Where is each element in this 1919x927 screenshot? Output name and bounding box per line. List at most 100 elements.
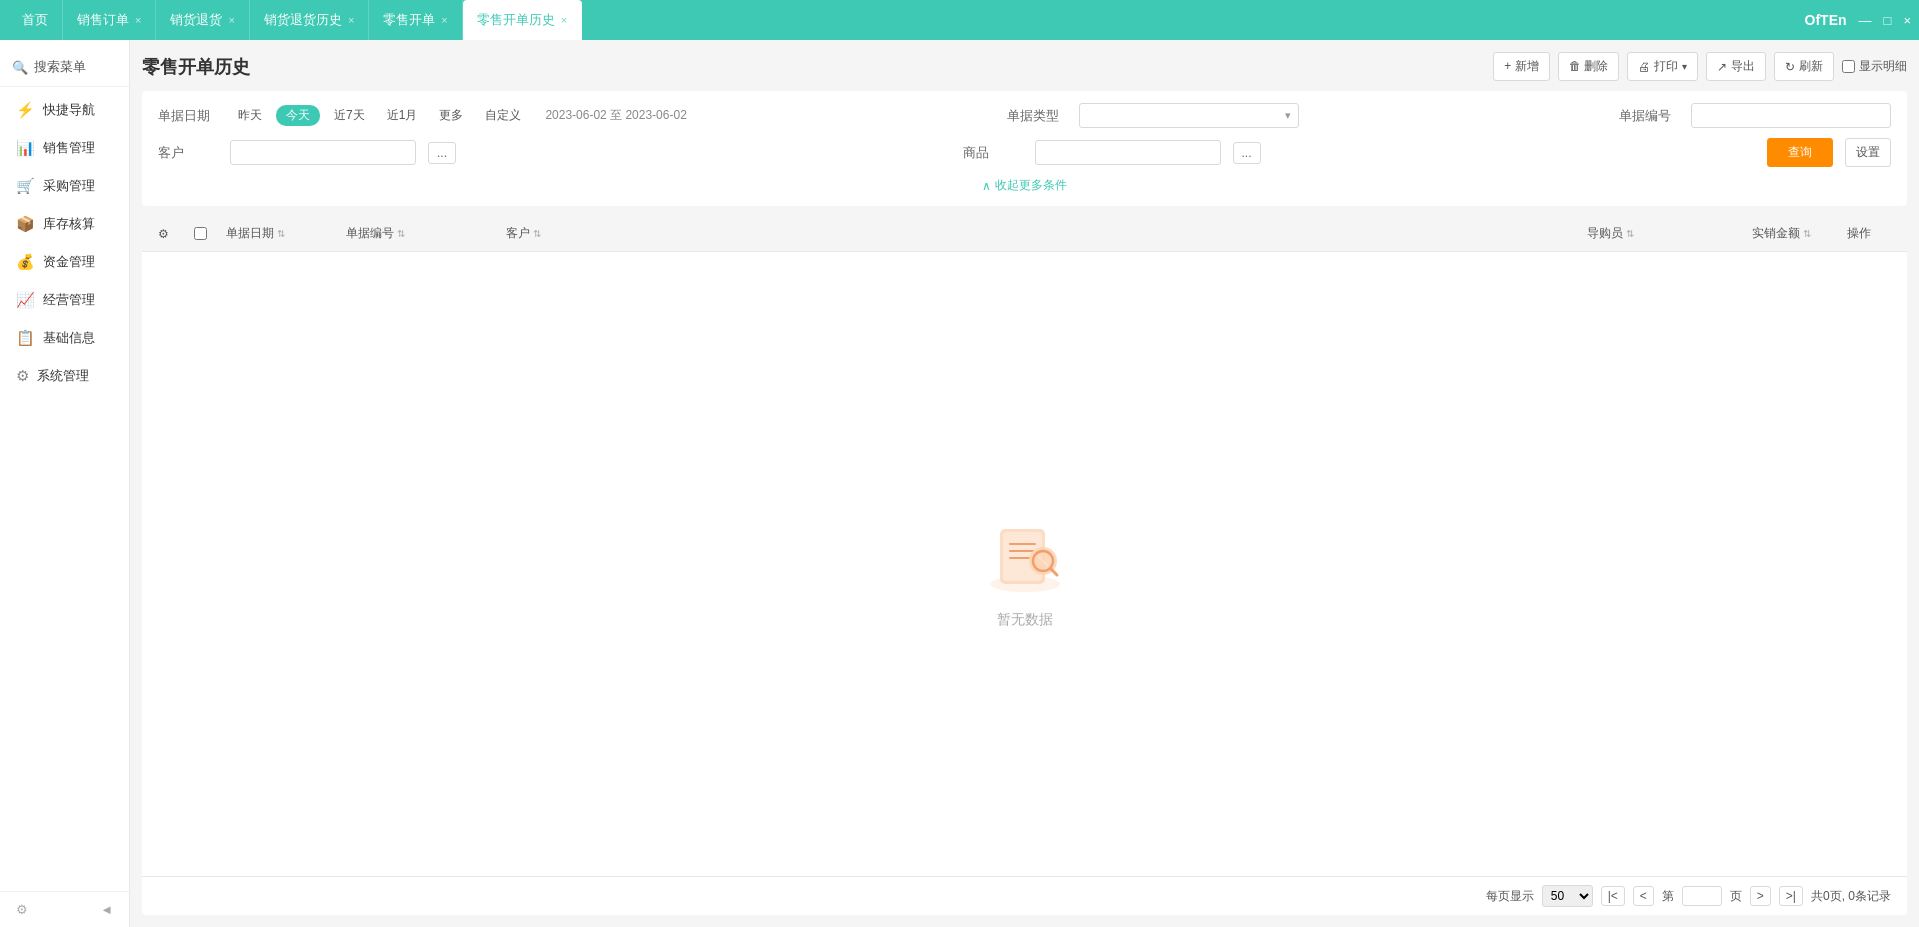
close-icon[interactable]: × (441, 14, 447, 26)
settings-column-icon: ⚙ (158, 227, 169, 241)
tab-return-goods[interactable]: 销货退货 × (156, 0, 249, 40)
date-shortcuts: 昨天 今天 近7天 近1月 更多 自定义 (230, 105, 529, 126)
sidebar-item-inventory[interactable]: 📦 库存核算 (0, 205, 129, 243)
th-settings[interactable]: ⚙ (150, 219, 186, 249)
close-icon[interactable]: × (561, 14, 567, 26)
sidebar-item-quick-nav[interactable]: ⚡ 快捷导航 (0, 91, 129, 129)
main-layout: 🔍 搜索菜单 ⚡ 快捷导航 📊 销售管理 🛒 采购管理 📦 库存核算 💰 资金管… (0, 40, 1919, 927)
chevron-up-icon: ∧ (982, 179, 991, 193)
product-input[interactable] (1035, 140, 1221, 165)
sidebar-item-label: 基础信息 (43, 329, 95, 347)
tab-sales-order[interactable]: 销售订单 × (63, 0, 156, 40)
search-button[interactable]: 查询 (1767, 138, 1833, 167)
page-suffix: 页 (1730, 888, 1742, 905)
export-button[interactable]: ↗ 导出 (1706, 52, 1766, 81)
table-container: ⚙ 单据日期 ⇅ 单据编号 ⇅ 客户 ⇅ 导购员 (142, 216, 1907, 915)
page-input[interactable]: 1 (1682, 886, 1722, 906)
show-detail-checkbox[interactable] (1842, 60, 1855, 73)
quick-nav-icon: ⚡ (16, 101, 35, 119)
tab-home[interactable]: 首页 (8, 0, 63, 40)
date-range-text: 2023-06-02 至 2023-06-02 (545, 107, 686, 124)
shortcut-more[interactable]: 更多 (431, 105, 471, 126)
sidebar-item-label: 销售管理 (43, 139, 95, 157)
collapse-button[interactable]: ∧ 收起更多条件 (982, 177, 1067, 194)
close-window-icon[interactable]: × (1903, 13, 1911, 28)
pagination-bar: 每页显示 50 100 200 |< < 第 1 页 > >| 共0页, 0条记… (142, 876, 1907, 915)
th-action: 操作 (1819, 217, 1899, 250)
order-no-input[interactable] (1691, 103, 1891, 128)
top-nav-right: OfTEn — □ × (1805, 12, 1911, 28)
th-checkbox[interactable] (186, 219, 218, 248)
select-all-checkbox[interactable] (194, 227, 207, 240)
sidebar-search[interactable]: 🔍 搜索菜单 (0, 48, 129, 87)
show-detail-label[interactable]: 显示明细 (1842, 58, 1907, 75)
brand-logo: OfTEn (1805, 12, 1847, 28)
refresh-button[interactable]: ↻ 刷新 (1774, 52, 1834, 81)
sidebar-item-finance[interactable]: 💰 资金管理 (0, 243, 129, 281)
sort-orderno-icon: ⇅ (397, 228, 405, 239)
maximize-icon[interactable]: □ (1884, 13, 1892, 28)
tab-retail-order[interactable]: 零售开单 × (369, 0, 462, 40)
filter-row-customer: 客户 ... 商品 ... 查询 设置 (158, 138, 1891, 167)
page-label: 第 (1662, 888, 1674, 905)
tab-return-history[interactable]: 销货退货历史 × (250, 0, 369, 40)
sidebar-item-purchase[interactable]: 🛒 采购管理 (0, 167, 129, 205)
sidebar-item-label: 系统管理 (37, 367, 89, 385)
inventory-icon: 📦 (16, 215, 35, 233)
page-title: 零售开单历史 (142, 55, 250, 79)
th-customer[interactable]: 客户 ⇅ (498, 217, 1579, 250)
shortcut-today[interactable]: 今天 (276, 105, 320, 126)
shortcut-yesterday[interactable]: 昨天 (230, 105, 270, 126)
sidebar-item-business[interactable]: 📈 经营管理 (0, 281, 129, 319)
first-page-button[interactable]: |< (1601, 886, 1625, 906)
delete-button[interactable]: 🗑 删除 (1558, 52, 1619, 81)
sort-date-icon: ⇅ (277, 228, 285, 239)
last-page-button[interactable]: >| (1779, 886, 1803, 906)
th-guide[interactable]: 导购员 ⇅ (1579, 217, 1699, 250)
next-page-button[interactable]: > (1750, 886, 1771, 906)
settings-filter-button[interactable]: 设置 (1845, 138, 1891, 167)
top-navigation: 首页 销售订单 × 销货退货 × 销货退货历史 × 零售开单 × 零售开单历史 … (0, 0, 1919, 40)
close-icon[interactable]: × (135, 14, 141, 26)
sidebar-item-label: 快捷导航 (43, 101, 95, 119)
content-area: 零售开单历史 + 新增 🗑 删除 🖨 🖨 打印 打印 ▾ ↗ 导出 ↻ 刷新 (130, 40, 1919, 927)
customer-ellipsis-button[interactable]: ... (428, 142, 456, 164)
th-amount[interactable]: 实销金额 ⇅ (1699, 217, 1819, 250)
sort-amount-icon: ⇅ (1803, 228, 1811, 239)
print-button[interactable]: 🖨 🖨 打印 打印 ▾ (1627, 52, 1698, 81)
search-icon: 🔍 (12, 60, 28, 75)
collapse-sidebar-icon[interactable]: ◄ (100, 902, 113, 917)
th-date[interactable]: 单据日期 ⇅ (218, 217, 338, 250)
sidebar-item-system[interactable]: ⚙ 系统管理 (0, 357, 129, 395)
sidebar-item-basic-info[interactable]: 📋 基础信息 (0, 319, 129, 357)
purchase-icon: 🛒 (16, 177, 35, 195)
product-ellipsis-button[interactable]: ... (1233, 142, 1261, 164)
sort-customer-icon: ⇅ (533, 228, 541, 239)
sidebar-item-sales[interactable]: 📊 销售管理 (0, 129, 129, 167)
shortcut-1month[interactable]: 近1月 (379, 105, 426, 126)
sidebar-search-label: 搜索菜单 (34, 58, 86, 76)
shortcut-custom[interactable]: 自定义 (477, 105, 529, 126)
close-icon[interactable]: × (348, 14, 354, 26)
add-button[interactable]: + 新增 (1493, 52, 1549, 81)
sidebar-bottom: ⚙ ◄ (0, 891, 129, 927)
sales-icon: 📊 (16, 139, 35, 157)
tab-retail-history[interactable]: 零售开单历史 × (463, 0, 582, 40)
type-select-wrapper (1079, 103, 1299, 128)
per-page-select[interactable]: 50 100 200 (1542, 885, 1593, 907)
close-icon[interactable]: × (228, 14, 234, 26)
sidebar: 🔍 搜索菜单 ⚡ 快捷导航 📊 销售管理 🛒 采购管理 📦 库存核算 💰 资金管… (0, 40, 130, 927)
minimize-icon[interactable]: — (1859, 13, 1872, 28)
settings-icon[interactable]: ⚙ (16, 902, 28, 917)
shortcut-7days[interactable]: 近7天 (326, 105, 373, 126)
sort-guide-icon: ⇅ (1626, 228, 1634, 239)
collapse-row: ∧ 收起更多条件 (158, 177, 1891, 194)
total-text: 共0页, 0条记录 (1811, 888, 1891, 905)
page-header: 零售开单历史 + 新增 🗑 删除 🖨 🖨 打印 打印 ▾ ↗ 导出 ↻ 刷新 (142, 52, 1907, 81)
basic-info-icon: 📋 (16, 329, 35, 347)
th-order-no[interactable]: 单据编号 ⇅ (338, 217, 498, 250)
customer-input[interactable] (230, 140, 416, 165)
type-select[interactable] (1079, 103, 1299, 128)
table-header: ⚙ 单据日期 ⇅ 单据编号 ⇅ 客户 ⇅ 导购员 (142, 216, 1907, 252)
prev-page-button[interactable]: < (1633, 886, 1654, 906)
